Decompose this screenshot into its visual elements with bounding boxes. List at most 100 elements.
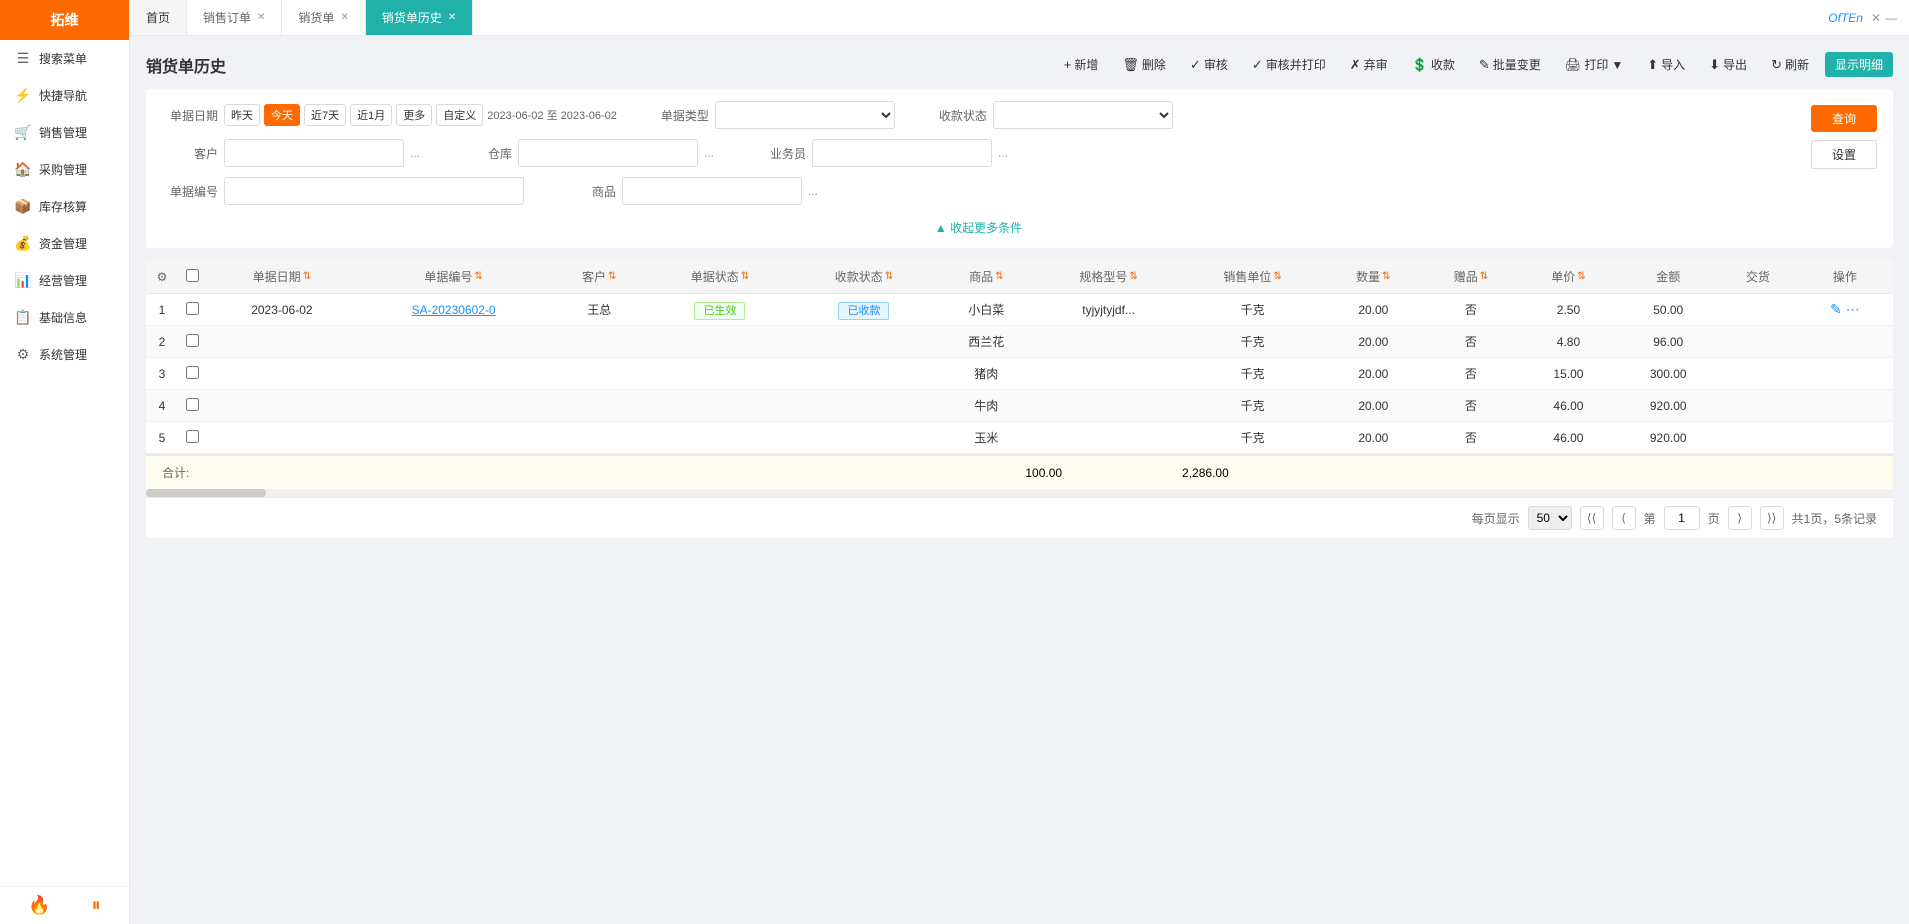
collect-status-badge: 已收款 — [838, 302, 889, 320]
date-yesterday-btn[interactable]: 昨天 — [224, 104, 260, 126]
cell-doc-no: SA-20230602-0 — [357, 294, 551, 326]
sidebar-fire-btn[interactable]: 🔥 — [28, 895, 50, 916]
sidebar-item-basic-info[interactable]: 📋 基础信息 — [0, 299, 129, 336]
horizontal-scrollbar[interactable] — [146, 489, 1893, 497]
warehouse-dots[interactable]: ... — [704, 146, 714, 160]
sidebar-item-label: 系统管理 — [39, 346, 87, 363]
cell-doc-no — [357, 422, 551, 454]
cell-spec-type: tyjyjtyjdf... — [1037, 294, 1181, 326]
sort-spec-type[interactable]: 规格型号 ⇅ — [1045, 268, 1173, 285]
collect-button[interactable]: 💲 收款 — [1404, 52, 1463, 77]
action-edit-btn[interactable]: ✎ — [1830, 301, 1842, 317]
date-last7days-btn[interactable]: 近7天 — [304, 104, 346, 126]
row-checkbox-input[interactable] — [186, 334, 199, 347]
audit-icon: ✓ — [1190, 57, 1201, 73]
filter-settings-button[interactable]: 设置 — [1811, 140, 1877, 169]
table-row: 5玉米千克20.00否46.00920.00 — [146, 422, 1893, 454]
collect-status-select[interactable] — [993, 101, 1173, 129]
data-table: ⚙ 单据日期 ⇅ 单据编号 ⇅ — [146, 260, 1893, 454]
sort-customer[interactable]: 客户 ⇅ — [558, 268, 640, 285]
tab-sales-order[interactable]: 销售订单 ✕ — [187, 0, 282, 35]
sidebar-item-inventory[interactable]: 📦 库存核算 — [0, 188, 129, 225]
show-detail-button[interactable]: 显示明细 — [1825, 52, 1893, 77]
window-close-btn[interactable]: ✕ — [1871, 11, 1881, 25]
tab-sales-delivery[interactable]: 销货单 ✕ — [282, 0, 365, 35]
query-button[interactable]: 查询 — [1811, 105, 1877, 132]
staff-input[interactable] — [812, 139, 992, 167]
date-custom-btn[interactable]: 自定义 — [436, 104, 483, 126]
staff-dots[interactable]: ... — [998, 146, 1008, 160]
date-more-btn[interactable]: 更多 — [396, 104, 432, 126]
finance-mgmt-icon: 💰 — [15, 236, 31, 252]
scroll-thumb[interactable] — [146, 489, 266, 497]
select-all-checkbox[interactable] — [186, 269, 199, 282]
sort-unit-price[interactable]: 单价 ⇅ — [1528, 268, 1610, 285]
refresh-button[interactable]: ↻ 刷新 — [1763, 52, 1817, 77]
date-last1month-btn[interactable]: 近1月 — [350, 104, 392, 126]
action-more-btn[interactable]: ⋯ — [1846, 301, 1860, 317]
tab-sales-history-close[interactable]: ✕ — [448, 12, 456, 23]
filter-product-item: 商品 ... — [560, 177, 818, 205]
row-checkbox-input[interactable] — [186, 302, 199, 315]
customer-input[interactable] — [224, 139, 404, 167]
row-checkbox-input[interactable] — [186, 366, 199, 379]
sidebar-item-system-mgmt[interactable]: ⚙ 系统管理 — [0, 336, 129, 373]
audit-button[interactable]: ✓ 审核 — [1182, 52, 1236, 77]
page-input[interactable] — [1664, 506, 1700, 530]
sort-unit-price-icon: ⇅ — [1577, 271, 1585, 282]
doc-type-select[interactable] — [715, 101, 895, 129]
page-last-btn[interactable]: ⟩⟩ — [1760, 506, 1784, 530]
cell-amount: 920.00 — [1617, 422, 1719, 454]
sort-unit[interactable]: 销售单位 ⇅ — [1189, 268, 1317, 285]
doc-no-input[interactable] — [224, 177, 524, 205]
sort-quantity[interactable]: 数量 ⇅ — [1333, 268, 1415, 285]
audit-print-label: 审核并打印 — [1266, 56, 1326, 73]
sidebar-pause-btn[interactable]: ⏸ — [92, 895, 101, 916]
delete-button[interactable]: 🗑 删除 — [1114, 52, 1174, 77]
page-prev-btn[interactable]: ⟨ — [1612, 506, 1636, 530]
warehouse-input[interactable] — [518, 139, 698, 167]
audit-print-button[interactable]: ✓ 审核并打印 — [1244, 52, 1334, 77]
sort-doc-no[interactable]: 单据编号 ⇅ — [365, 268, 543, 285]
print-button[interactable]: 🖨 打印 ▼ — [1557, 52, 1631, 77]
import-button[interactable]: ⬆ 导入 — [1639, 52, 1693, 77]
col-settings[interactable]: ⚙ — [146, 260, 178, 294]
sort-doc-status[interactable]: 单据状态 ⇅ — [656, 268, 784, 285]
tab-sales-order-close[interactable]: ✕ — [257, 12, 265, 23]
product-dots[interactable]: ... — [808, 184, 818, 198]
tab-sales-delivery-close[interactable]: ✕ — [340, 12, 348, 23]
batch-change-button[interactable]: ✎ 批量变更 — [1471, 52, 1549, 77]
sidebar-item-finance-mgmt[interactable]: 💰 资金管理 — [0, 225, 129, 262]
row-checkbox-input[interactable] — [186, 398, 199, 411]
table-row: 4牛肉千克20.00否46.00920.00 — [146, 390, 1893, 422]
sort-gift[interactable]: 赠品 ⇅ — [1430, 268, 1512, 285]
cell-trade — [1719, 390, 1796, 422]
sidebar-item-sales-mgmt[interactable]: 🛒 销售管理 — [0, 114, 129, 151]
page-next-btn[interactable]: ⟩ — [1728, 506, 1752, 530]
collapse-btn[interactable]: ▲ 收起更多条件 — [935, 219, 1022, 236]
cell-action[interactable]: ✎⋯ — [1797, 294, 1893, 326]
sidebar-item-purchase-mgmt[interactable]: 🏠 采购管理 — [0, 151, 129, 188]
sidebar-item-operations-mgmt[interactable]: 📊 经营管理 — [0, 262, 129, 299]
page-size-select[interactable]: 50 — [1528, 506, 1572, 530]
sidebar-item-search-menu[interactable]: ☰ 搜索菜单 — [0, 40, 129, 77]
customer-dots[interactable]: ... — [410, 146, 420, 160]
product-filter-input[interactable] — [622, 177, 802, 205]
sort-doc-date[interactable]: 单据日期 ⇅ — [215, 268, 349, 285]
sidebar-item-quick-nav[interactable]: ⚡ 快捷导航 — [0, 77, 129, 114]
sort-product[interactable]: 商品 ⇅ — [944, 268, 1029, 285]
tab-sales-history[interactable]: 销货单历史 ✕ — [366, 0, 473, 35]
purchase-mgmt-icon: 🏠 — [15, 162, 31, 178]
tab-home[interactable]: 首页 — [130, 0, 187, 35]
date-today-btn[interactable]: 今天 — [264, 104, 300, 126]
discard-button[interactable]: ✗ 弃审 — [1342, 52, 1396, 77]
sort-collect-status[interactable]: 收款状态 ⇅ — [800, 268, 928, 285]
add-button[interactable]: + 新增 — [1056, 52, 1107, 77]
filter-staff-item: 业务员 ... — [750, 139, 1008, 167]
doc-no-link[interactable]: SA-20230602-0 — [412, 303, 496, 317]
export-button[interactable]: ⬇ 导出 — [1701, 52, 1755, 77]
often-label: OfTEn — [1828, 11, 1863, 25]
page-first-btn[interactable]: ⟨⟨ — [1580, 506, 1604, 530]
row-checkbox-input[interactable] — [186, 430, 199, 443]
window-minimize-btn[interactable]: — — [1885, 11, 1897, 25]
